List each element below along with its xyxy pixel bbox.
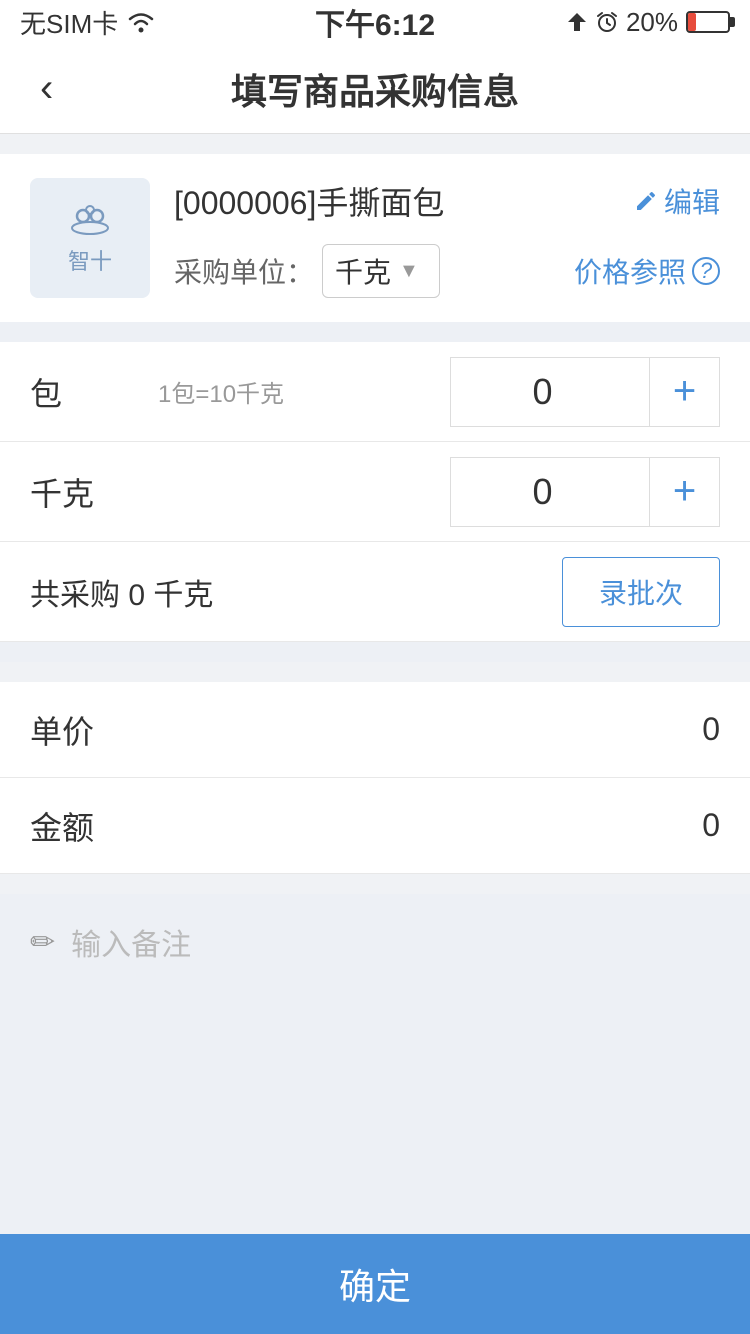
pencil-icon: ✏: [30, 925, 55, 960]
alarm-icon: [596, 11, 618, 33]
carrier-text: 无SIM卡: [20, 4, 118, 41]
kg-plus-button[interactable]: +: [650, 457, 720, 527]
battery-percent: 20%: [626, 7, 678, 38]
status-right: 20%: [566, 7, 730, 38]
amount-row: 金额 0: [0, 778, 750, 874]
unit-price-row: 单价 0: [0, 682, 750, 778]
remark-placeholder: 输入备注: [71, 920, 191, 964]
location-icon: [566, 11, 588, 33]
nav-bar: ‹ 填写商品采购信息: [0, 44, 750, 134]
kg-input-row: 千克 +: [0, 442, 750, 542]
divider-1: [0, 322, 750, 342]
amount-value: 0: [702, 807, 720, 844]
status-bar: 无SIM卡 下午6:12 20%: [0, 0, 750, 44]
price-ref-label: 价格参照: [574, 251, 686, 291]
bag-input-row: 包 1包=10千克 +: [0, 342, 750, 442]
price-reference-button[interactable]: 价格参照 ?: [574, 251, 720, 291]
remark-section[interactable]: ✏ 输入备注: [0, 894, 750, 990]
status-left: 无SIM卡: [20, 4, 156, 41]
bag-quantity-box: +: [450, 357, 720, 427]
bag-quantity-input[interactable]: [450, 357, 650, 427]
edit-icon: [634, 189, 658, 213]
bag-sub-label: 1包=10千克: [158, 374, 284, 409]
confirm-button[interactable]: 确定: [0, 1234, 750, 1334]
input-section: 包 1包=10千克 + 千克 + 共采购 0 千克 录批次: [0, 342, 750, 642]
wifi-icon: [126, 11, 156, 33]
status-time: 下午6:12: [315, 0, 435, 44]
chevron-down-icon: ▼: [399, 260, 419, 283]
product-info: [0000006]手撕面包 编辑 采购单位： 千克 ▼ 价格参照 ?: [174, 178, 720, 298]
unit-price-value: 0: [702, 711, 720, 748]
edit-label: 编辑: [664, 181, 720, 221]
unit-label: 采购单位：: [174, 251, 314, 291]
product-name-row: [0000006]手撕面包 编辑: [174, 178, 720, 224]
unit-value: 千克: [335, 251, 391, 291]
price-section: 单价 0 金额 0: [0, 682, 750, 874]
page-title: 填写商品采购信息: [231, 63, 519, 115]
info-icon: ?: [692, 257, 720, 285]
batch-button[interactable]: 录批次: [562, 557, 720, 627]
bag-plus-button[interactable]: +: [650, 357, 720, 427]
edit-button[interactable]: 编辑: [634, 181, 720, 221]
back-button[interactable]: ‹: [30, 56, 63, 121]
kg-label: 千克: [30, 469, 150, 515]
unit-price-label: 单价: [30, 707, 94, 753]
kg-quantity-input[interactable]: [450, 457, 650, 527]
confirm-label: 确定: [339, 1258, 411, 1310]
summary-text: 共采购 0 千克: [30, 570, 213, 614]
product-image: 智十: [30, 178, 150, 298]
product-image-label: 智十: [68, 244, 112, 276]
product-section: 智十 [0000006]手撕面包 编辑 采购单位： 千克 ▼ 价格参照 ?: [0, 154, 750, 322]
kg-quantity-box: +: [450, 457, 720, 527]
unit-select[interactable]: 千克 ▼: [322, 244, 440, 298]
battery-icon: [686, 11, 730, 33]
divider-2: [0, 642, 750, 662]
unit-row: 采购单位： 千克 ▼ 价格参照 ?: [174, 244, 720, 298]
summary-row: 共采购 0 千克 录批次: [0, 542, 750, 642]
bag-label: 包: [30, 369, 150, 415]
amount-label: 金额: [30, 803, 94, 849]
product-name: [0000006]手撕面包: [174, 178, 444, 224]
